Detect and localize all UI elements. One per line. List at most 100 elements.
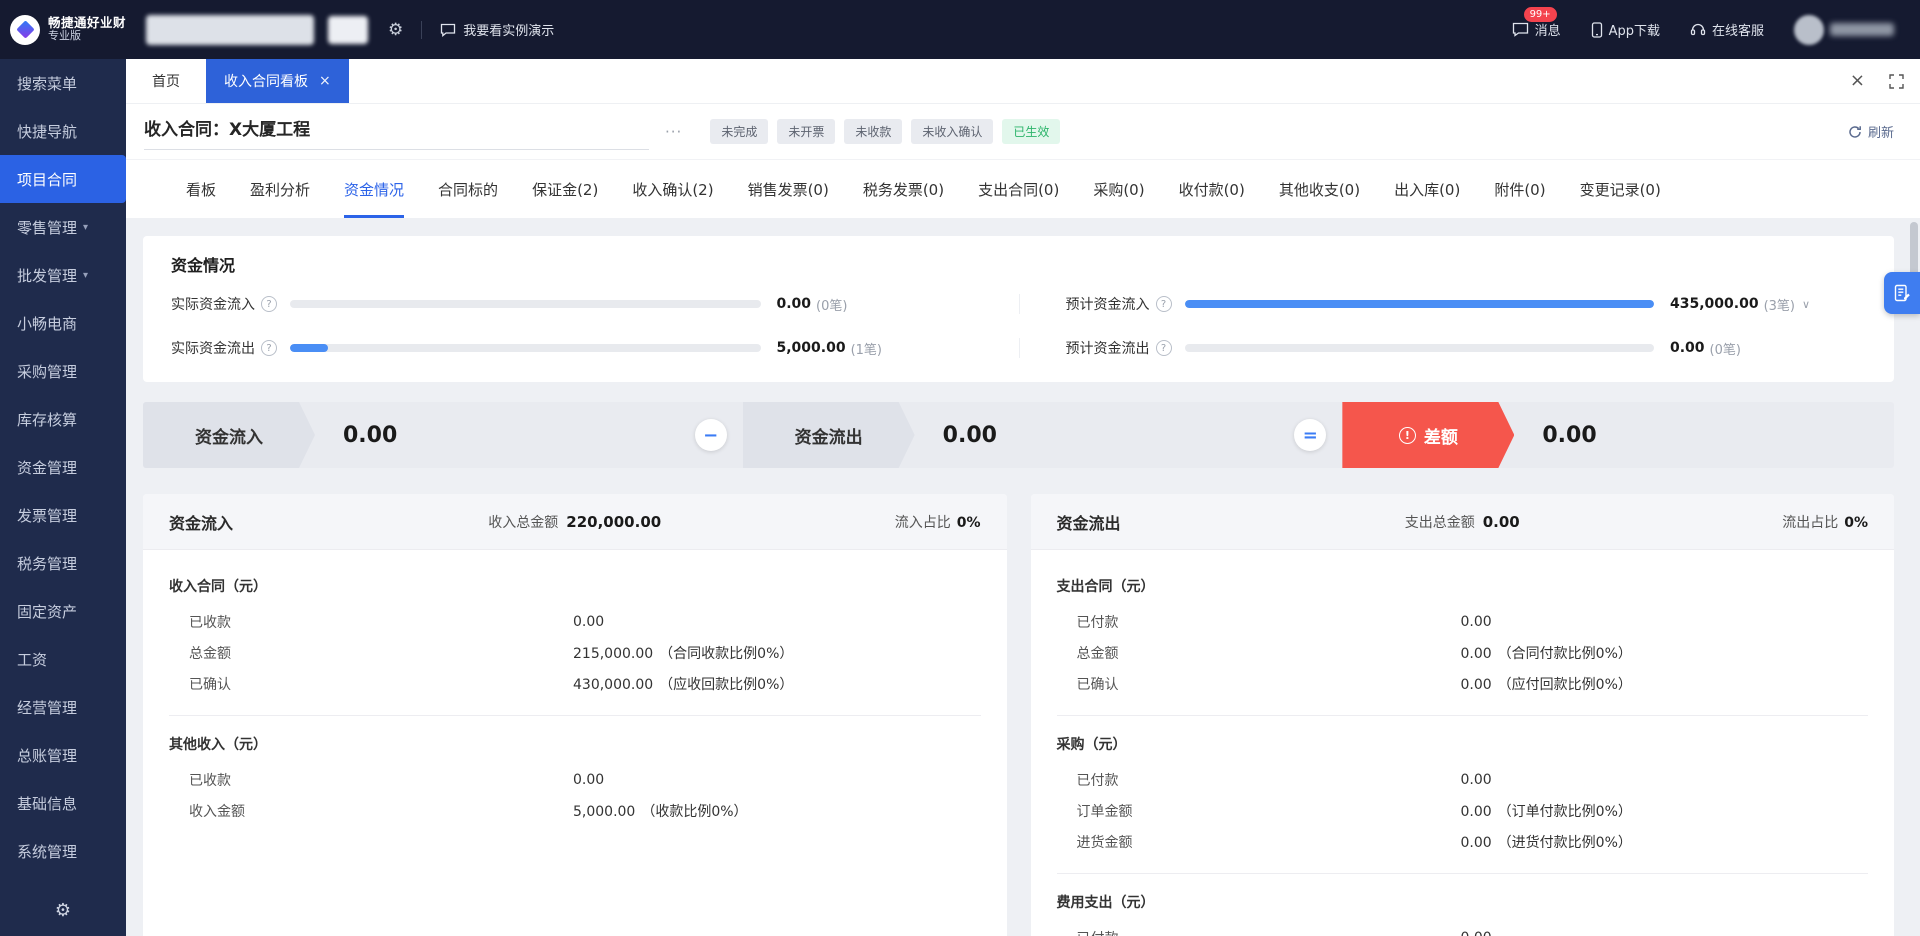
detail-row: 订单金额 0.00 （订单付款比例0%） — [1076, 803, 1632, 820]
help-icon[interactable]: ? — [261, 296, 277, 312]
sidebar-item-fixed-assets[interactable]: 固定资产 — [0, 587, 126, 635]
income-total-label: 收入总金额 — [488, 514, 559, 531]
refresh-icon — [1849, 125, 1861, 138]
metric-expected-inflow: 预计资金流入 ? 435,000.00 (3笔) ∨ — [1018, 294, 1867, 314]
app-download-label: App下载 — [1608, 24, 1660, 39]
sidebar-item-funds[interactable]: 资金管理 — [0, 443, 126, 491]
subtab-contract-subject[interactable]: 合同标的 — [438, 160, 498, 218]
demo-link[interactable]: 我要看实例演示 — [440, 20, 554, 39]
outflow-total: 0.00 — [942, 422, 997, 448]
tab-home[interactable]: 首页 — [126, 59, 206, 103]
sidebar-item-project-contract[interactable]: 项目合同 — [0, 155, 126, 203]
refresh-button[interactable]: 刷新 — [1848, 122, 1894, 141]
subtab-sales-invoice[interactable]: 销售发票(0) — [748, 160, 829, 218]
progress-bar — [290, 300, 761, 308]
sidebar-gear-icon[interactable]: ⚙ — [0, 885, 126, 936]
tab-income-contract-dashboard[interactable]: 收入合同看板 × — [206, 59, 349, 103]
status-badge-unreceived: 未收款 — [844, 119, 903, 144]
sidebar-item-system[interactable]: 系统管理 — [0, 827, 126, 875]
status-badge-effective: 已生效 — [1002, 119, 1061, 144]
more-options-button[interactable]: ··· — [665, 123, 682, 141]
warning-icon: ! — [1399, 427, 1416, 444]
fullscreen-icon[interactable] — [1889, 73, 1904, 89]
sidebar-item-retail[interactable]: 零售管理 ▾ — [0, 203, 126, 251]
help-icon[interactable]: ? — [261, 340, 277, 356]
messages-label: 消息 — [1534, 24, 1561, 39]
sidebar-item-wholesale[interactable]: 批发管理 ▾ — [0, 251, 126, 299]
sidebar-item-ecommerce[interactable]: 小畅电商 — [0, 299, 126, 347]
page-title: 收入合同：X大厦工程 — [144, 113, 649, 150]
close-all-icon[interactable]: × — [1850, 72, 1865, 90]
sidebar-item-quick-nav[interactable]: 快捷导航 — [0, 107, 126, 155]
brand-logo-icon — [10, 14, 40, 45]
subtab-dashboard[interactable]: 看板 — [186, 160, 216, 218]
subtab-expense-contract[interactable]: 支出合同(0) — [978, 160, 1059, 218]
equals-icon: = — [1294, 419, 1327, 451]
subtab-change-log[interactable]: 变更记录(0) — [1580, 160, 1661, 218]
detail-row: 总金额 0.00 （合同付款比例0%） — [1076, 645, 1632, 662]
subtab-warehouse-inout[interactable]: 出入库(0) — [1394, 160, 1460, 218]
subtab-payments[interactable]: 收付款(0) — [1179, 160, 1245, 218]
section-divider — [169, 715, 981, 716]
messages-button[interactable]: 99+ 消息 — [1512, 7, 1561, 39]
subtab-tax-invoice[interactable]: 税务发票(0) — [863, 160, 944, 218]
section-title: 费用支出（元） — [1056, 895, 1155, 911]
tab-close-icon[interactable]: × — [319, 73, 331, 89]
progress-bar — [1184, 344, 1654, 352]
detail-row: 已确认 430,000.00 （应收回款比例0%） — [189, 676, 794, 693]
subtab-profit-analysis[interactable]: 盈利分析 — [250, 160, 310, 218]
main-area: 首页 收入合同看板 × × 收入合同：X大厦工程 ··· 未完成 未开票 未收款… — [126, 59, 1920, 936]
vertical-scrollbar[interactable] — [1910, 222, 1918, 934]
summary-band: 资金流入 0.00 − 资金流出 0.00 = ! 差额 0.00 — [143, 402, 1894, 468]
subtab-other-income-expense[interactable]: 其他收支(0) — [1279, 160, 1360, 218]
app-download-button[interactable]: App下载 — [1591, 20, 1660, 39]
refresh-label: 刷新 — [1867, 126, 1894, 141]
sidebar-item-purchase[interactable]: 采购管理 — [0, 347, 126, 395]
subtab-bar: 看板 盈利分析 资金情况 合同标的 保证金(2) 收入确认(2) 销售发票(0)… — [126, 160, 1920, 218]
sidebar-item-invoice[interactable]: 发票管理 — [0, 491, 126, 539]
content-area: 资金情况 实际资金流入 ? 0.00 (0笔) 预计资金流入 ? 435,000.… — [126, 218, 1920, 936]
funds-title: 资金情况 — [171, 256, 236, 275]
outflow-ratio-label: 流出占比 — [1782, 514, 1839, 531]
inflow-chip: 资金流入 — [143, 402, 315, 468]
feedback-widget-button[interactable] — [1884, 272, 1920, 314]
subtab-deposit[interactable]: 保证金(2) — [532, 160, 598, 218]
sidebar-item-basic-info[interactable]: 基础信息 — [0, 779, 126, 827]
subtab-revenue-confirm[interactable]: 收入确认(2) — [632, 160, 713, 218]
gear-icon[interactable]: ⚙ — [388, 20, 403, 40]
document-pencil-icon — [1894, 284, 1910, 302]
metric-actual-outflow: 实际资金流出 ? 5,000.00 (1笔) — [171, 340, 883, 358]
online-support-button[interactable]: 在线客服 — [1690, 20, 1764, 39]
search-input-redacted[interactable] — [146, 14, 314, 45]
sidebar-item-tax[interactable]: 税务管理 — [0, 539, 126, 587]
sidebar-item-inventory[interactable]: 库存核算 — [0, 395, 126, 443]
funds-overview-card: 资金情况 实际资金流入 ? 0.00 (0笔) 预计资金流入 ? 435,000.… — [143, 236, 1894, 382]
topbar-divider — [421, 20, 423, 39]
sidebar-item-search-menu[interactable]: 搜索菜单 — [0, 59, 126, 107]
topbar-chip-redacted[interactable] — [328, 15, 368, 44]
section-title: 其他收入（元） — [169, 737, 267, 753]
minus-icon: − — [694, 419, 727, 451]
sidebar-item-operations[interactable]: 经营管理 — [0, 683, 126, 731]
detail-row: 已付款0.00 — [1076, 771, 1492, 789]
subtab-attachments[interactable]: 附件(0) — [1494, 160, 1545, 218]
sidebar-item-general-ledger[interactable]: 总账管理 — [0, 731, 126, 779]
help-icon[interactable]: ? — [1155, 340, 1172, 356]
status-badge-uninvoiced: 未开票 — [777, 119, 836, 144]
user-account[interactable] — [1794, 14, 1894, 45]
section-title: 支出合同（元） — [1056, 579, 1155, 595]
phone-icon — [1591, 21, 1602, 38]
inflow-ratio-value: 0% — [956, 514, 981, 531]
detail-row: 已付款0.00 — [1076, 613, 1492, 631]
sidebar-item-payroll[interactable]: 工资 — [0, 635, 126, 683]
subtab-purchase[interactable]: 采购(0) — [1093, 160, 1144, 218]
detail-row: 总金额 215,000.00 （合同收款比例0%） — [189, 645, 794, 662]
detail-row: 已确认 0.00 （应付回款比例0%） — [1076, 676, 1632, 693]
subtab-funds-status[interactable]: 资金情况 — [344, 160, 405, 218]
inflow-ratio-label: 流入占比 — [894, 514, 951, 531]
help-icon[interactable]: ? — [1155, 296, 1172, 312]
income-total-value: 220,000.00 — [566, 512, 662, 531]
message-icon — [1512, 22, 1528, 37]
chevron-down-icon[interactable]: ∨ — [1802, 298, 1810, 311]
online-support-label: 在线客服 — [1711, 24, 1764, 39]
